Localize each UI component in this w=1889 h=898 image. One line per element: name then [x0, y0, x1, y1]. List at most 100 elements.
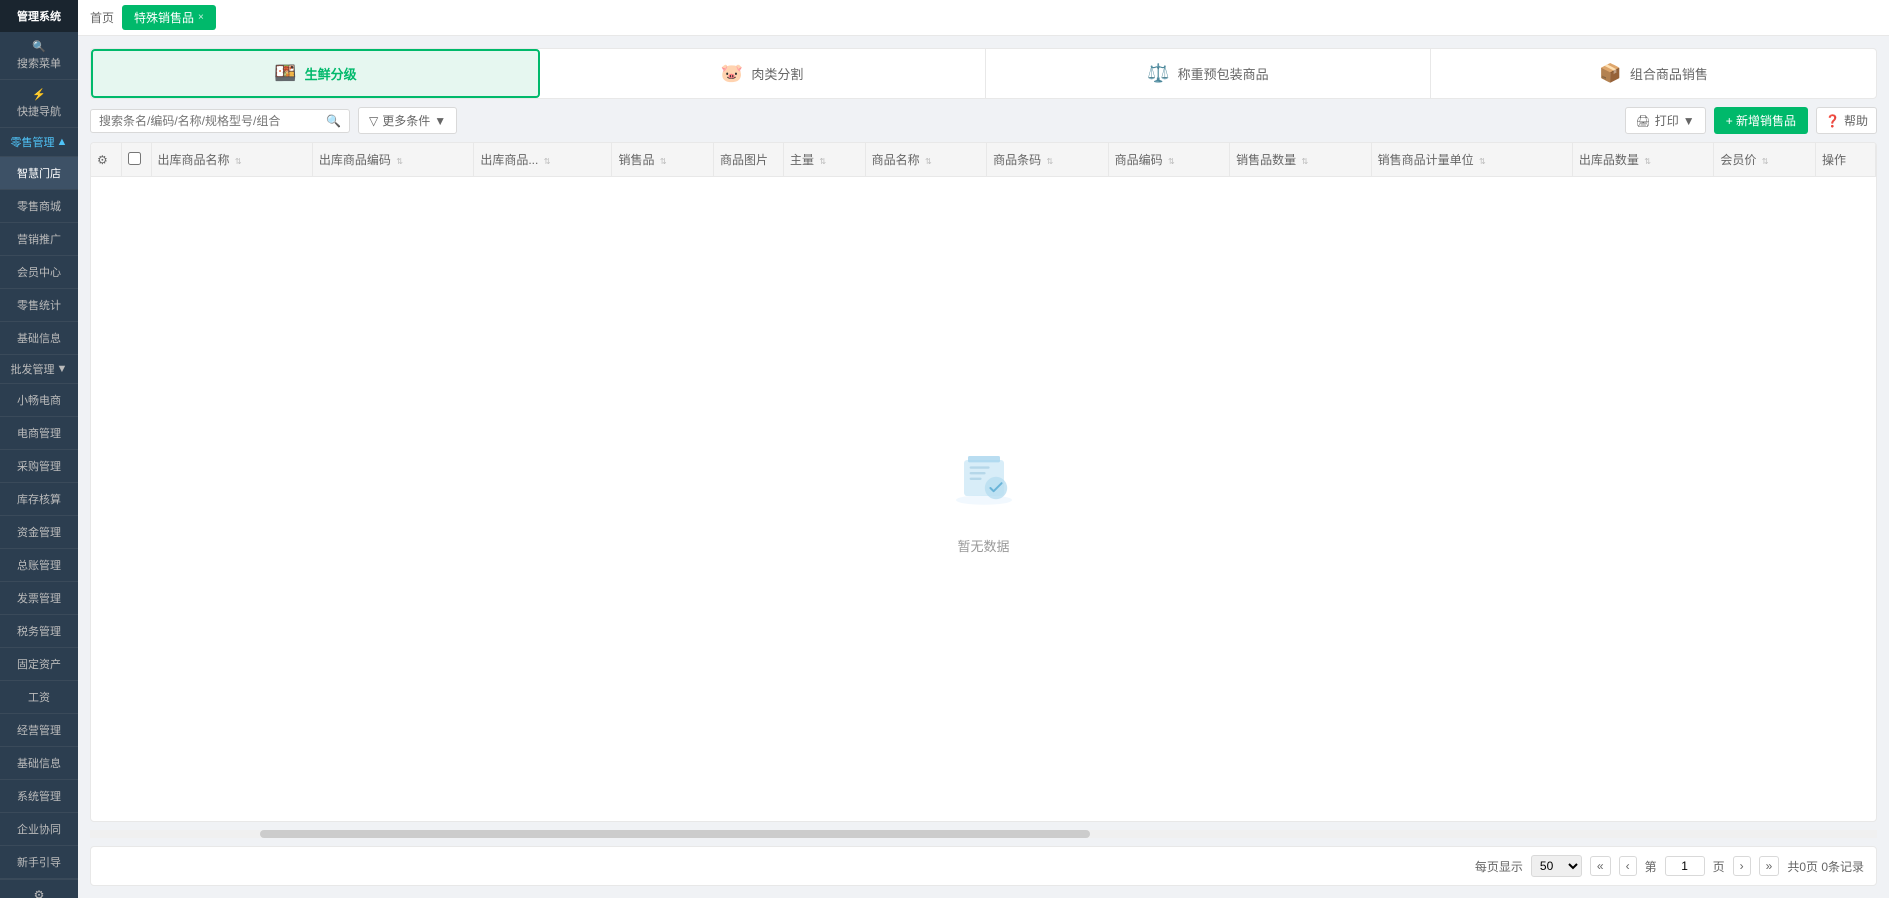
sidebar-item-ecommerce[interactable]: 电商管理 — [0, 417, 78, 450]
tab-combo[interactable]: 📦 组合商品销售 — [1431, 49, 1876, 98]
close-tab-icon[interactable]: × — [198, 12, 204, 23]
search-menu-icon: 🔍 — [32, 40, 46, 53]
col-barcode[interactable]: 商品条码 ⇅ — [987, 143, 1109, 177]
col-checkbox[interactable] — [121, 143, 151, 177]
sidebar-item-wholesale[interactable]: 批发管理 ▼ — [0, 355, 78, 384]
sidebar-item-operations[interactable]: 经营管理 — [0, 714, 78, 747]
page-number-input[interactable] — [1665, 856, 1705, 876]
sidebar-item-marketing[interactable]: 营销推广 — [0, 223, 78, 256]
sidebar-item-smartshop[interactable]: 智慧门店 — [0, 157, 78, 190]
add-sale-button[interactable]: + 新增销售品 — [1714, 107, 1808, 134]
last-page-button[interactable]: » — [1759, 856, 1780, 876]
sidebar-item-retail[interactable]: 零售管理 ▲ — [0, 128, 78, 157]
sidebar-item-finance[interactable]: 资金管理 — [0, 516, 78, 549]
data-table: ⚙ 出库商品名称 ⇅ 出库商品编码 ⇅ — [91, 143, 1876, 177]
sidebar-item-label: 零售统计 — [17, 297, 61, 313]
sidebar-item-miniapp[interactable]: 小畅电商 — [0, 384, 78, 417]
add-label: + 新增销售品 — [1726, 112, 1796, 129]
prev-page-button[interactable]: ‹ — [1619, 856, 1637, 876]
print-button[interactable]: 🖨 打印 ▼ — [1625, 107, 1706, 134]
col-out-qty[interactable]: 出库品数量 ⇅ — [1572, 143, 1713, 177]
filter-label: 更多条件 — [382, 112, 430, 129]
sidebar-gear-btn[interactable]: ⚙ — [0, 879, 78, 898]
col-sale-item[interactable]: 销售品 ⇅ — [612, 143, 714, 177]
next-page-button[interactable]: › — [1733, 856, 1751, 876]
sidebar-logo: 管理系统 — [0, 0, 78, 32]
sidebar-item-invoice[interactable]: 发票管理 — [0, 582, 78, 615]
sidebar-item-label: 会员中心 — [17, 264, 61, 280]
sort-icon: ⇅ — [1046, 157, 1053, 166]
tab-fresh[interactable]: 🍱 生鲜分级 — [91, 49, 540, 98]
sort-icon: ⇅ — [1301, 157, 1308, 166]
sidebar-item-label: 快捷导航 — [17, 103, 61, 119]
chevron-down-icon: ▼ — [57, 363, 68, 375]
first-page-button[interactable]: « — [1590, 856, 1611, 876]
scrollbar-thumb[interactable] — [260, 830, 1090, 838]
col-settings[interactable]: ⚙ — [91, 143, 121, 177]
col-image: 商品图片 — [714, 143, 784, 177]
fresh-icon: 🍱 — [274, 63, 296, 84]
sidebar-item-members[interactable]: 会员中心 — [0, 256, 78, 289]
sidebar-item-retailstats[interactable]: 零售统计 — [0, 289, 78, 322]
active-tab[interactable]: 特殊销售品 × — [122, 5, 216, 30]
sidebar-item-label: 基础信息 — [17, 330, 61, 346]
search-input[interactable] — [99, 114, 322, 128]
sort-icon: ⇅ — [1644, 157, 1651, 166]
col-member-price[interactable]: 会员价 ⇅ — [1714, 143, 1816, 177]
col-out-code[interactable]: 出库商品编码 ⇅ — [312, 143, 473, 177]
col-out-name[interactable]: 出库商品名称 ⇅ — [151, 143, 312, 177]
tab-fresh-label: 生鲜分级 — [305, 64, 357, 83]
sidebar-item-search[interactable]: 🔍 搜索菜单 — [0, 32, 78, 80]
toolbar-left: 🔍 ▽ 更多条件 ▼ — [90, 107, 457, 134]
sidebar-item-enterprise[interactable]: 企业协同 — [0, 813, 78, 846]
col-product-name[interactable]: 商品名称 ⇅ — [865, 143, 987, 177]
print-arrow-icon: ▼ — [1683, 114, 1695, 128]
last-page-icon: » — [1766, 859, 1773, 873]
col-actions: 操作 — [1816, 143, 1876, 177]
col-sale-qty[interactable]: 销售品数量 ⇅ — [1230, 143, 1371, 177]
horizontal-scrollbar[interactable] — [90, 830, 1877, 838]
sidebar-item-tax[interactable]: 税务管理 — [0, 615, 78, 648]
home-link[interactable]: 首页 — [90, 9, 114, 26]
col-sale-unit[interactable]: 销售商品计量单位 ⇅ — [1371, 143, 1572, 177]
sidebar: 管理系统 🔍 搜索菜单 ⚡ 快捷导航 零售管理 ▲ 智慧门店 零售商城 营销推广… — [0, 0, 78, 898]
select-all-checkbox[interactable] — [128, 152, 141, 165]
sidebar-item-newbie[interactable]: 新手引导 — [0, 846, 78, 879]
sidebar-item-accounts[interactable]: 总账管理 — [0, 549, 78, 582]
tab-meat[interactable]: 🐷 肉类分割 — [540, 49, 986, 98]
col-main-weight[interactable]: 主量 ⇅ — [784, 143, 866, 177]
help-button[interactable]: ❓ 帮助 — [1816, 107, 1877, 134]
sidebar-item-label: 搜索菜单 — [17, 55, 61, 71]
sidebar-item-basicinfo2[interactable]: 基础信息 — [0, 747, 78, 780]
sidebar-item-quicknav[interactable]: ⚡ 快捷导航 — [0, 80, 78, 128]
sidebar-item-label: 基础信息 — [17, 755, 61, 771]
filter-button[interactable]: ▽ 更多条件 ▼ — [358, 107, 457, 134]
search-icon: 🔍 — [326, 114, 341, 128]
meat-icon: 🐷 — [721, 63, 743, 84]
tab-weight[interactable]: ⚖️ 称重预包装商品 — [986, 49, 1432, 98]
sidebar-item-retailmall[interactable]: 零售商城 — [0, 190, 78, 223]
settings-icon: ⚙ — [97, 153, 108, 167]
sidebar-item-inventory[interactable]: 库存核算 — [0, 483, 78, 516]
sort-icon: ⇅ — [1762, 157, 1769, 166]
sidebar-item-label: 发票管理 — [17, 590, 61, 606]
sidebar-item-system[interactable]: 系统管理 — [0, 780, 78, 813]
combo-icon: 📦 — [1599, 63, 1621, 84]
sidebar-item-label: 采购管理 — [17, 458, 61, 474]
sidebar-item-label: 企业协同 — [17, 821, 61, 837]
page-label: 第 — [1645, 858, 1657, 875]
logo-text: 管理系统 — [17, 8, 61, 24]
print-icon: 🖨 — [1636, 114, 1651, 128]
col-out-spec[interactable]: 出库商品... ⇅ — [474, 143, 612, 177]
sidebar-item-purchase[interactable]: 采购管理 — [0, 450, 78, 483]
sort-icon: ⇅ — [544, 157, 551, 166]
page-of-label: 页 — [1713, 858, 1725, 875]
sort-icon: ⇅ — [660, 157, 667, 166]
sidebar-item-label: 营销推广 — [17, 231, 61, 247]
per-page-select[interactable]: 50 10 20 100 — [1531, 855, 1582, 877]
sort-icon: ⇅ — [925, 157, 932, 166]
sidebar-item-basicinfo[interactable]: 基础信息 — [0, 322, 78, 355]
sidebar-item-fixedassets[interactable]: 固定资产 — [0, 648, 78, 681]
sidebar-item-salary[interactable]: 工资 — [0, 681, 78, 714]
col-product-code[interactable]: 商品编码 ⇅ — [1108, 143, 1230, 177]
